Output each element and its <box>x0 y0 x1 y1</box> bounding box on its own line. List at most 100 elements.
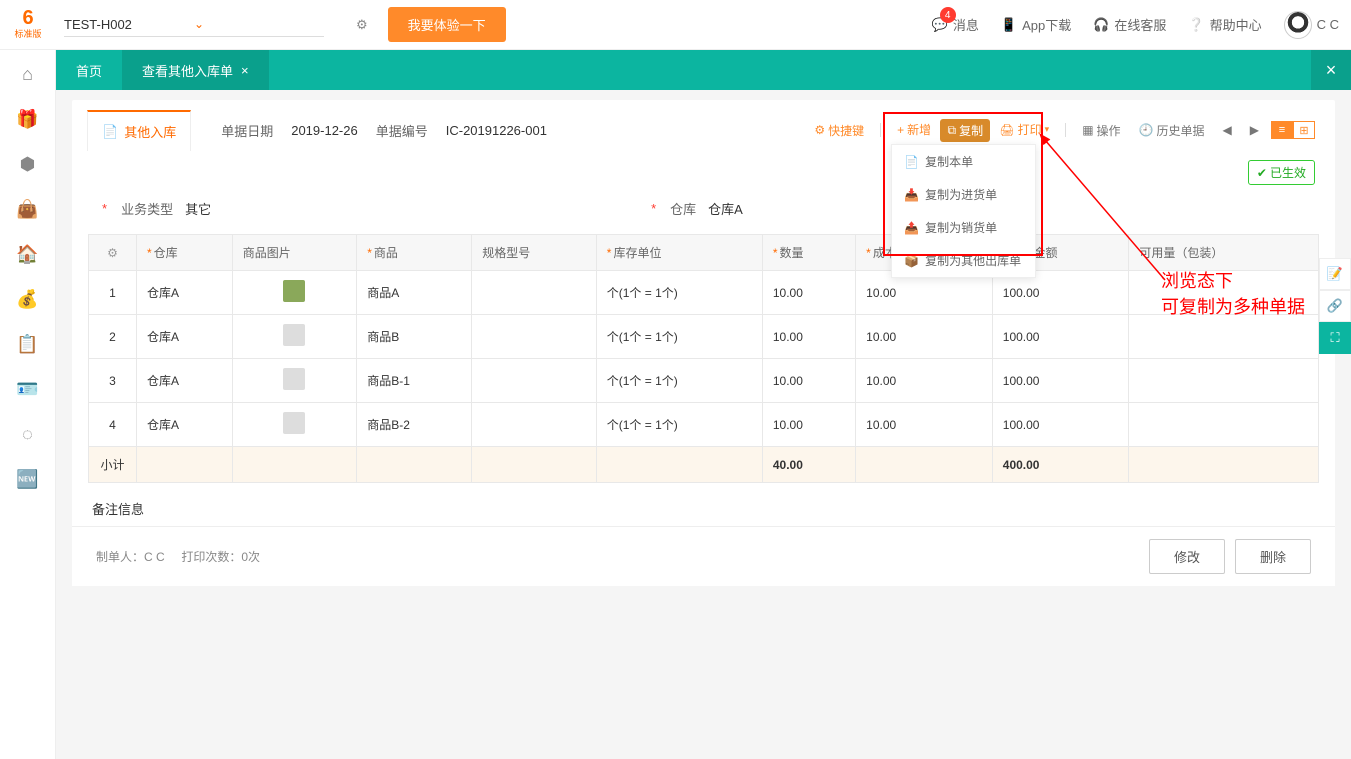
doc-actions: ⚙ 快捷键 + 新增 ⧉ 复制 🖨 打印 <box>808 118 1315 142</box>
creator-label: 制单人： <box>96 550 144 564</box>
user-menu[interactable]: C C <box>1284 11 1339 39</box>
messages-badge: 4 <box>940 7 956 23</box>
tabs-close-all[interactable]: × <box>1311 50 1351 90</box>
shortcut-button[interactable]: ⚙ 快捷键 <box>808 119 870 142</box>
copy-as-purchase-label: 复制为进货单 <box>925 186 997 203</box>
copy-label: 复制 <box>959 122 983 139</box>
warehouse-value: 仓库A <box>708 199 743 218</box>
logo: 6 标准版 <box>12 9 44 41</box>
status-badge: ✔ 已生效 <box>1248 160 1315 185</box>
main-content: 📄 其他入库 单据日期 2019-12-26 单据编号 IC-20191226-… <box>56 90 1351 759</box>
copy-dropdown: 📄 复制本单 📥 复制为进货单 📤 复制为销货单 📦 <box>891 144 1036 278</box>
home-icon[interactable]: ⌂ <box>22 64 33 85</box>
doc-type-tab[interactable]: 📄 其他入库 <box>87 110 191 151</box>
gear-icon[interactable]: ⚙ <box>356 17 368 33</box>
messages-button[interactable]: 💬 消息 4 <box>932 15 979 34</box>
table-row[interactable]: 2 仓库A 商品B 个(1个 = 1个) 10.00 10.00 100.00 <box>89 315 1319 359</box>
company-selector[interactable]: TEST-H002 ⌄ <box>64 13 324 37</box>
product-thumb <box>283 324 305 346</box>
copy-button[interactable]: ⧉ 复制 <box>940 119 990 142</box>
box-icon: 📦 <box>904 254 919 268</box>
warehouse-icon[interactable]: ⬢ <box>20 154 36 175</box>
online-service-button[interactable]: 🎧 在线客服 <box>1093 15 1166 34</box>
modify-button[interactable]: 修改 <box>1149 539 1225 574</box>
print-button[interactable]: 🖨 打印 ▾ <box>993 118 1055 141</box>
help-center-label: 帮助中心 <box>1210 15 1262 34</box>
copy-as-other-out-item[interactable]: 📦 复制为其他出库单 <box>892 244 1035 277</box>
tab-current-label: 查看其他入库单 <box>142 61 233 80</box>
delete-button[interactable]: 删除 <box>1235 539 1311 574</box>
bag-icon[interactable]: 👜 <box>16 199 38 220</box>
col-gear[interactable]: ⚙ <box>89 235 137 271</box>
house-icon[interactable]: 🏠 <box>16 244 38 265</box>
money-icon[interactable]: 💰 <box>16 289 38 310</box>
file-icon: 📄 <box>102 124 118 140</box>
doc-date-label: 单据日期 <box>221 121 273 140</box>
doc-no-label: 单据编号 <box>376 121 428 140</box>
operate-button[interactable]: ▦ 操作 <box>1076 119 1126 142</box>
cell-warehouse: 仓库A <box>137 403 233 447</box>
gift-icon[interactable]: 🎁 <box>16 109 38 130</box>
print-icon: 🖨 <box>999 123 1014 137</box>
col-product: *商品 <box>357 235 472 271</box>
prev-button[interactable]: ◀ <box>1217 120 1238 140</box>
col-unit: *库存单位 <box>596 235 762 271</box>
grid-view-button[interactable]: ⊞ <box>1293 121 1315 139</box>
cell-image <box>232 271 357 315</box>
copy-as-purchase-item[interactable]: 📥 复制为进货单 <box>892 178 1035 211</box>
col-image: 商品图片 <box>232 235 357 271</box>
history-button[interactable]: 🕘 历史单据 <box>1133 119 1211 142</box>
doc-no-value: IC-20191226-001 <box>446 123 547 138</box>
print-label: 打印 <box>1018 121 1042 138</box>
copy-this-item[interactable]: 📄 复制本单 <box>892 145 1035 178</box>
copy-action-group: + 新增 ⧉ 复制 🖨 打印 ▾ 📄 <box>891 118 1055 142</box>
clipboard-icon[interactable]: 📋 <box>16 334 38 355</box>
product-thumb <box>283 368 305 390</box>
grid-icon: ▦ <box>1082 123 1093 137</box>
list-view-button[interactable]: ≡ <box>1271 121 1293 139</box>
required-star: * <box>651 201 656 216</box>
doc-footer: 制单人：C C 打印次数：0次 修改 删除 <box>72 526 1335 586</box>
chevron-down-icon: ⌄ <box>194 17 324 31</box>
link-icon[interactable]: 🔗 <box>1319 290 1351 322</box>
document-card: 📄 其他入库 单据日期 2019-12-26 单据编号 IC-20191226-… <box>72 100 1335 586</box>
card-icon[interactable]: 🪪 <box>16 379 38 400</box>
tab-current[interactable]: 查看其他入库单 × <box>122 50 269 90</box>
note-icon[interactable]: 📝 <box>1319 258 1351 290</box>
table-row[interactable]: 4 仓库A 商品B-2 个(1个 = 1个) 10.00 10.00 100.0… <box>89 403 1319 447</box>
cell-spec <box>472 403 597 447</box>
help-center-button[interactable]: ❔ 帮助中心 <box>1188 15 1261 34</box>
table-row[interactable]: 3 仓库A 商品B-1 个(1个 = 1个) 10.00 10.00 100.0… <box>89 359 1319 403</box>
tab-home[interactable]: 首页 <box>56 50 122 90</box>
expand-icon[interactable]: ⛶ <box>1319 322 1351 354</box>
next-button[interactable]: ▶ <box>1244 120 1265 140</box>
new-icon[interactable]: 🆕 <box>16 469 38 490</box>
copy-as-other-out-label: 复制为其他出库单 <box>925 252 1021 269</box>
new-button[interactable]: + 新增 <box>891 118 937 141</box>
required-star: * <box>102 201 107 216</box>
cell-product: 商品A <box>357 271 472 315</box>
app-download-button[interactable]: 📱 App下载 <box>1001 15 1071 34</box>
row-index: 3 <box>89 359 137 403</box>
operate-label: 操作 <box>1097 122 1121 139</box>
check-icon: ✔ <box>1257 166 1267 180</box>
warehouse-field: * 仓库 仓库A <box>651 199 743 218</box>
trial-button[interactable]: 我要体验一下 <box>388 7 506 42</box>
footer-info: 制单人：C C 打印次数：0次 <box>96 548 260 565</box>
tab-home-label: 首页 <box>76 61 102 80</box>
row-index: 4 <box>89 403 137 447</box>
copy-as-sales-item[interactable]: 📤 复制为销货单 <box>892 211 1035 244</box>
phone-icon: 📱 <box>1001 17 1017 33</box>
remarks-title: 备注信息 <box>92 499 1315 518</box>
status-text: 已生效 <box>1270 164 1306 181</box>
table-row[interactable]: 1 仓库A 商品A 个(1个 = 1个) 10.00 10.00 100.00 <box>89 271 1319 315</box>
product-thumb <box>283 280 305 302</box>
help-icon: ❔ <box>1188 17 1204 33</box>
sync-icon[interactable]: ◌ <box>22 424 33 445</box>
app-download-label: App下载 <box>1022 15 1071 34</box>
print-count-value: 0次 <box>241 550 260 564</box>
biz-type-label: 业务类型 <box>121 199 173 218</box>
cell-price: 10.00 <box>856 403 993 447</box>
close-icon[interactable]: × <box>241 63 249 78</box>
chevron-down-icon: ▾ <box>1045 124 1050 135</box>
